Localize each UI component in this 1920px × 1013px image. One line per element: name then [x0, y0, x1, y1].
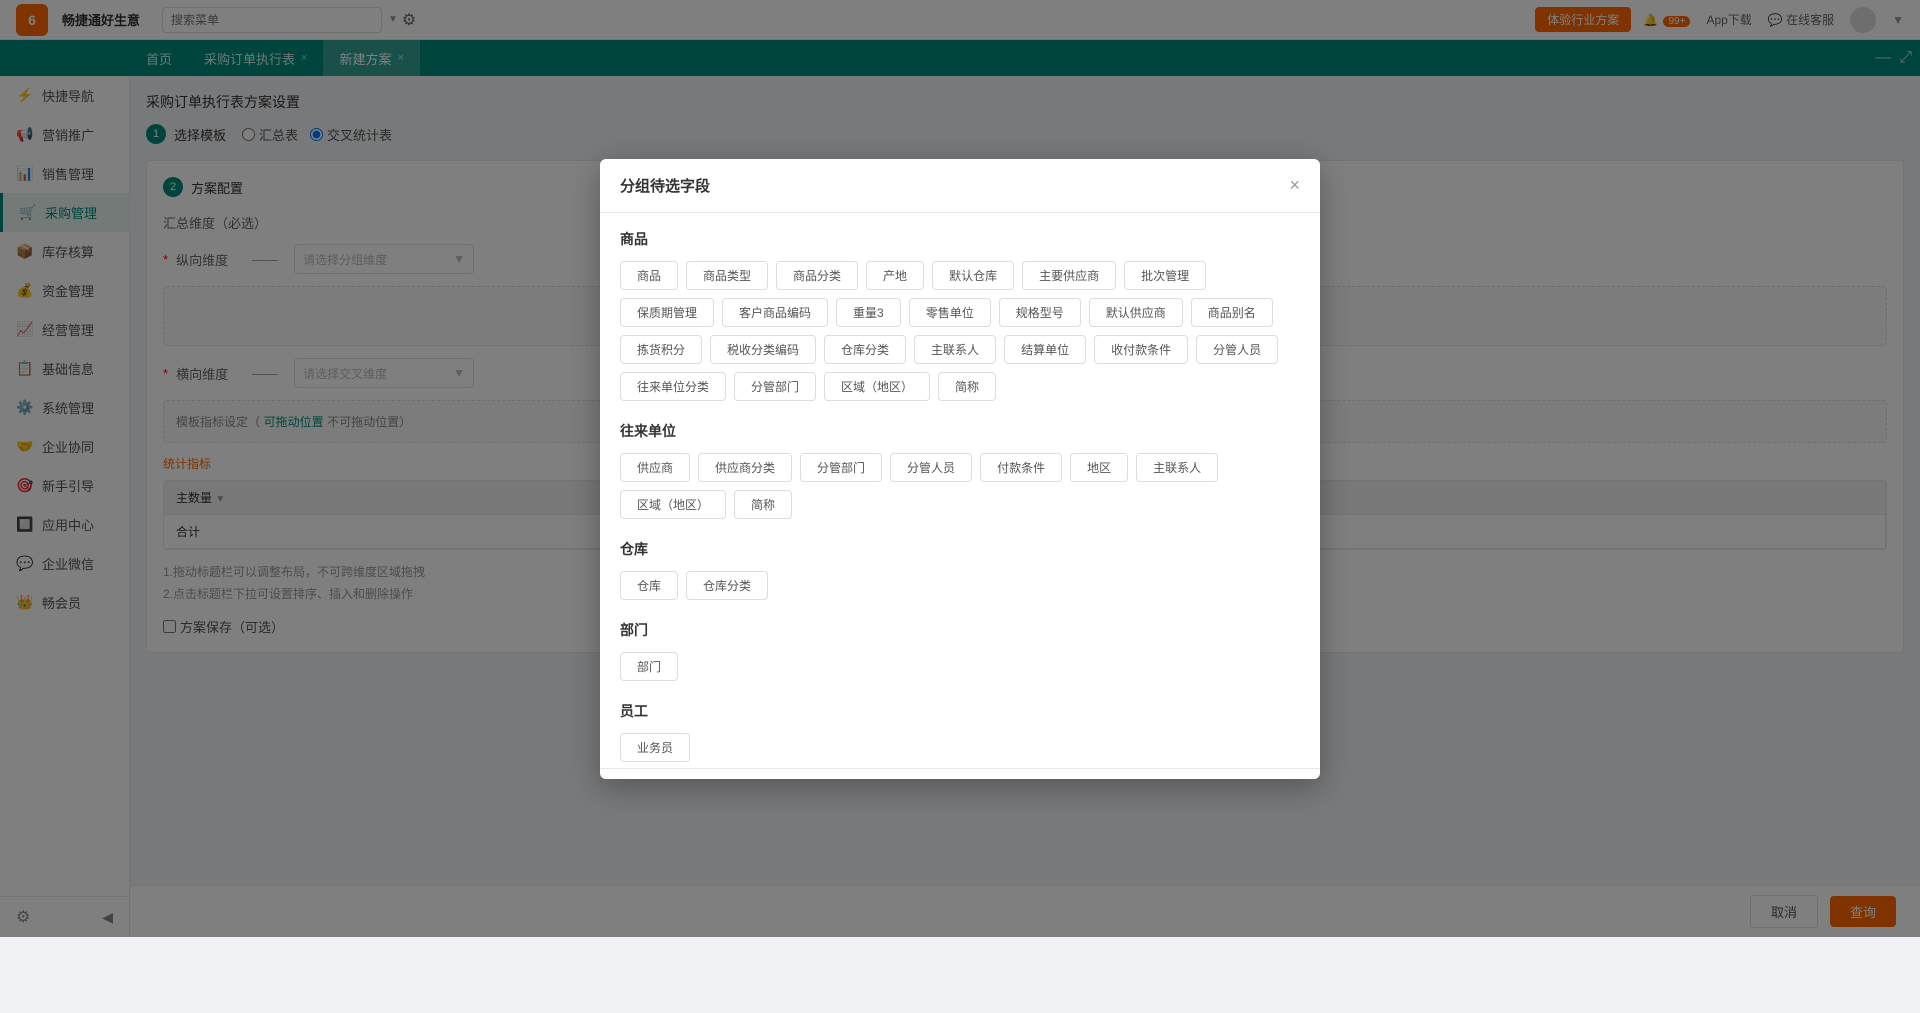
modal-overlay: 分组待选字段 × 商品 商品 商品类型 商品分类 产地 默认仓库 主要供应商 批… [0, 0, 1920, 937]
field-tag-payment-terms-partner[interactable]: 付款条件 [980, 453, 1062, 482]
field-section-employee-title: 员工 [620, 701, 1300, 721]
field-section-warehouse: 仓库 仓库 仓库分类 [620, 539, 1300, 600]
field-tag-spec-model[interactable]: 规格型号 [999, 298, 1081, 327]
field-tags-dept: 部门 [620, 652, 1300, 681]
field-tag-pick-points[interactable]: 拣货积分 [620, 335, 702, 364]
field-tag-origin[interactable]: 产地 [866, 261, 924, 290]
field-tag-product-alias[interactable]: 商品别名 [1191, 298, 1273, 327]
field-tags-warehouse: 仓库 仓库分类 [620, 571, 1300, 600]
field-tag-short-name-partner[interactable]: 简称 [734, 490, 792, 519]
field-tag-region-partner[interactable]: 区域（地区） [620, 490, 726, 519]
field-tag-supervising-dept[interactable]: 分管部门 [734, 372, 816, 401]
modal-body: 商品 商品 商品类型 商品分类 产地 默认仓库 主要供应商 批次管理 保质期管理… [600, 213, 1320, 768]
field-tag-product-type[interactable]: 商品类型 [686, 261, 768, 290]
field-tags-product: 商品 商品类型 商品分类 产地 默认仓库 主要供应商 批次管理 保质期管理 客户… [620, 261, 1300, 401]
field-tag-supervisor[interactable]: 分管人员 [1196, 335, 1278, 364]
field-section-partner: 往来单位 供应商 供应商分类 分管部门 分管人员 付款条件 地区 主联系人 区域… [620, 421, 1300, 519]
field-tag-main-supplier[interactable]: 主要供应商 [1022, 261, 1116, 290]
field-tags-employee: 业务员 [620, 733, 1300, 762]
field-tag-supplier-category[interactable]: 供应商分类 [698, 453, 792, 482]
field-tag-product-category[interactable]: 商品分类 [776, 261, 858, 290]
field-tag-warehouse-category[interactable]: 仓库分类 [824, 335, 906, 364]
field-section-dept: 部门 部门 [620, 620, 1300, 681]
modal-header: 分组待选字段 × [600, 159, 1320, 213]
field-tag-retail-unit[interactable]: 零售单位 [909, 298, 991, 327]
field-tag-salesperson[interactable]: 业务员 [620, 733, 690, 762]
modal-hscrollbar[interactable] [600, 768, 1320, 779]
field-tag-short-name-product[interactable]: 简称 [938, 372, 996, 401]
field-tag-warehouse-cat[interactable]: 仓库分类 [686, 571, 768, 600]
field-section-partner-title: 往来单位 [620, 421, 1300, 441]
field-tag-default-warehouse[interactable]: 默认仓库 [932, 261, 1014, 290]
field-tag-warehouse[interactable]: 仓库 [620, 571, 678, 600]
field-tag-dept[interactable]: 部门 [620, 652, 678, 681]
field-tag-tax-code[interactable]: 税收分类编码 [710, 335, 816, 364]
field-tag-person-partner[interactable]: 分管人员 [890, 453, 972, 482]
field-tag-expiry-management[interactable]: 保质期管理 [620, 298, 714, 327]
field-section-warehouse-title: 仓库 [620, 539, 1300, 559]
field-tag-area[interactable]: 地区 [1070, 453, 1128, 482]
field-section-product: 商品 商品 商品类型 商品分类 产地 默认仓库 主要供应商 批次管理 保质期管理… [620, 229, 1300, 401]
field-tags-partner: 供应商 供应商分类 分管部门 分管人员 付款条件 地区 主联系人 区域（地区） … [620, 453, 1300, 519]
field-section-dept-title: 部门 [620, 620, 1300, 640]
field-tag-batch-management[interactable]: 批次管理 [1124, 261, 1206, 290]
field-tag-product[interactable]: 商品 [620, 261, 678, 290]
field-tag-dept-partner[interactable]: 分管部门 [800, 453, 882, 482]
field-tag-settlement-unit[interactable]: 结算单位 [1004, 335, 1086, 364]
field-tag-counterparty-category[interactable]: 往来单位分类 [620, 372, 726, 401]
field-tag-weight[interactable]: 重量3 [836, 298, 901, 327]
modal-close-icon[interactable]: × [1289, 175, 1300, 196]
field-section-employee: 员工 业务员 [620, 701, 1300, 762]
modal-dialog: 分组待选字段 × 商品 商品 商品类型 商品分类 产地 默认仓库 主要供应商 批… [600, 159, 1320, 779]
field-tag-default-supplier[interactable]: 默认供应商 [1089, 298, 1183, 327]
field-section-product-title: 商品 [620, 229, 1300, 249]
field-tag-payment-terms[interactable]: 收付款条件 [1094, 335, 1188, 364]
field-tag-main-contact[interactable]: 主联系人 [914, 335, 996, 364]
field-tag-main-contact-partner[interactable]: 主联系人 [1136, 453, 1218, 482]
modal-title: 分组待选字段 [620, 175, 710, 196]
field-tag-customer-code[interactable]: 客户商品编码 [722, 298, 828, 327]
field-tag-supplier[interactable]: 供应商 [620, 453, 690, 482]
field-tag-region-product[interactable]: 区域（地区） [824, 372, 930, 401]
